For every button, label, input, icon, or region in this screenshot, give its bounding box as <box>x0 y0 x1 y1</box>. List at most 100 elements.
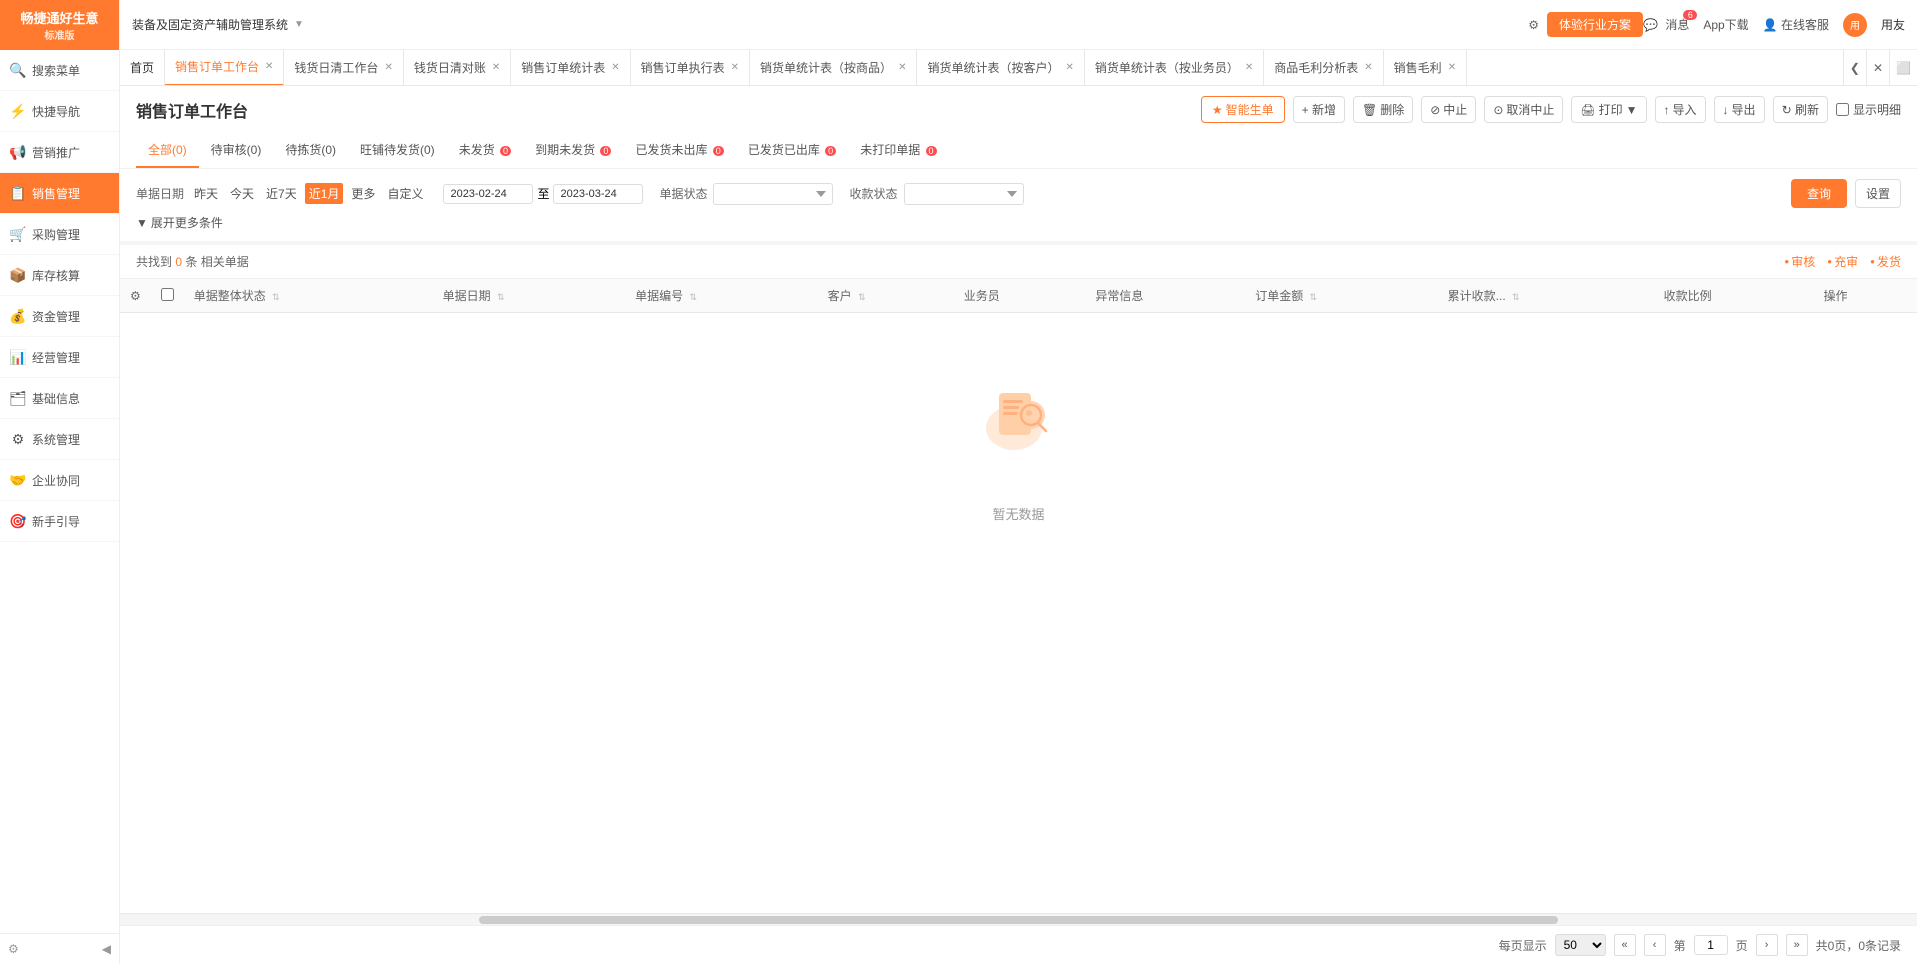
date-option-1month[interactable]: 近1月 <box>305 183 344 204</box>
next-page-btn[interactable]: › <box>1756 934 1778 956</box>
export-btn[interactable]: ↓ 导出 <box>1714 96 1765 123</box>
filter-tab-overdue[interactable]: 到期未发货 0 <box>523 133 623 168</box>
filter-tab-shipped-out[interactable]: 已发货已出库 0 <box>736 133 848 168</box>
sidebar-item-quick-nav[interactable]: ⚡ 快捷导航 <box>0 91 119 132</box>
ship-btn[interactable]: 发货 <box>1870 253 1901 270</box>
sidebar-item-system[interactable]: ⚙ 系统管理 <box>0 419 119 460</box>
tab-sales-stat-close-icon[interactable]: ✕ <box>611 62 619 73</box>
tab-sales-monthly-staff[interactable]: 销货单统计表（按业务员） ✕ <box>1085 50 1264 86</box>
sidebar-settings-icon[interactable]: ⚙ <box>8 942 19 956</box>
tab-sales-monthly-customer-close-icon[interactable]: ✕ <box>1065 62 1073 73</box>
sort-customer-icon[interactable]: ⇅ <box>858 292 866 302</box>
message-btn[interactable]: 💬 6 消息 <box>1643 16 1689 33</box>
page-input[interactable] <box>1694 935 1728 955</box>
filter-tab-all[interactable]: 全部(0) <box>136 133 199 168</box>
sort-collected-icon[interactable]: ⇅ <box>1512 292 1520 302</box>
col-settings[interactable]: ⚙ <box>120 279 151 313</box>
sort-status-icon[interactable]: ⇅ <box>272 292 280 302</box>
sidebar-item-label-sales: 销售管理 <box>32 185 80 202</box>
expand-btn[interactable]: ▼ 展开更多条件 <box>136 214 223 231</box>
filter-tab-not-printed[interactable]: 未打印单据 0 <box>848 133 948 168</box>
prev-page-btn[interactable]: ‹ <box>1644 934 1666 956</box>
status-select[interactable] <box>713 183 833 205</box>
date-option-today[interactable]: 今天 <box>226 183 258 204</box>
tab-cash-daily[interactable]: 钱货日清工作台 ✕ <box>284 50 403 86</box>
date-to-input[interactable] <box>553 184 643 204</box>
app-download-btn[interactable]: App下载 <box>1703 16 1748 33</box>
cancel-review-btn[interactable]: 充审 <box>1827 253 1858 270</box>
suspend-btn[interactable]: ⊘ 中止 <box>1421 96 1476 123</box>
payment-select[interactable] <box>904 183 1024 205</box>
show-detail-checkbox[interactable]: 显示明细 <box>1836 101 1901 118</box>
sidebar-item-marketing[interactable]: 📢 营销推广 <box>0 132 119 173</box>
date-option-custom[interactable]: 自定义 <box>383 183 427 204</box>
sort-date-icon[interactable]: ⇅ <box>497 292 505 302</box>
smart-create-btn[interactable]: ★ 智能生单 <box>1201 96 1285 123</box>
filter-tab-not-shipped[interactable]: 未发货 0 <box>447 133 523 168</box>
query-btn[interactable]: 查询 <box>1791 179 1847 208</box>
industry-btn[interactable]: 体验行业方案 <box>1547 12 1643 37</box>
tab-sales-monthly-product[interactable]: 销货单统计表（按商品） ✕ <box>750 50 917 86</box>
tab-nav-prev-icon[interactable]: ❮ <box>1843 50 1866 86</box>
tab-sales-more[interactable]: 销售毛利 ✕ <box>1384 50 1467 86</box>
tab-sales-monthly-product-close-icon[interactable]: ✕ <box>898 62 906 73</box>
tab-home[interactable]: 首页 <box>120 50 165 86</box>
horizontal-scrollbar[interactable] <box>120 913 1917 925</box>
first-page-btn[interactable]: « <box>1614 934 1636 956</box>
date-option-yesterday[interactable]: 昨天 <box>190 183 222 204</box>
add-btn[interactable]: + 新增 <box>1293 96 1345 123</box>
sidebar-item-search[interactable]: 🔍 搜索菜单 <box>0 50 119 91</box>
sidebar-item-purchase[interactable]: 🛒 采购管理 <box>0 214 119 255</box>
tabbar: 首页 销售订单工作台 ✕ 钱货日清工作台 ✕ 钱货日清对账 ✕ 销售订单统计表 … <box>120 50 1917 86</box>
tab-sales-workbench[interactable]: 销售订单工作台 ✕ <box>165 50 284 86</box>
sidebar-item-basic-info[interactable]: 🗂 基础信息 <box>0 378 119 419</box>
tab-close-all-icon[interactable]: ✕ <box>1866 50 1889 86</box>
tab-cash-daily-close-icon[interactable]: ✕ <box>384 62 392 73</box>
refresh-btn[interactable]: ↻ 刷新 <box>1773 96 1828 123</box>
cancel-suspend-btn[interactable]: ⊙ 取消中止 <box>1484 96 1563 123</box>
tab-sales-exec-close-icon[interactable]: ✕ <box>731 62 739 73</box>
tab-gross-profit-close-icon[interactable]: ✕ <box>1364 62 1372 73</box>
tab-sales-more-close-icon[interactable]: ✕ <box>1448 62 1456 73</box>
tab-sales-exec[interactable]: 销售订单执行表 ✕ <box>631 50 750 86</box>
online-service-btn[interactable]: 👤 在线客服 <box>1763 16 1829 33</box>
sort-amount-icon[interactable]: ⇅ <box>1310 292 1318 302</box>
date-option-7days[interactable]: 近7天 <box>262 183 301 204</box>
sidebar-item-sales[interactable]: 📋 销售管理 <box>0 173 119 214</box>
tab-gross-profit[interactable]: 商品毛利分析表 ✕ <box>1264 50 1383 86</box>
sidebar-item-enterprise[interactable]: 🤝 企业协同 <box>0 460 119 501</box>
tab-cash-reconcile-close-icon[interactable]: ✕ <box>492 62 500 73</box>
filter-tab-wangpu[interactable]: 旺铺待发货(0) <box>348 133 447 168</box>
review-btn[interactable]: 审核 <box>1784 253 1815 270</box>
filter-tab-pending-review[interactable]: 待审核(0) <box>199 133 274 168</box>
tab-maximize-icon[interactable]: ⬜ <box>1889 50 1917 86</box>
tab-sales-stat[interactable]: 销售订单统计表 ✕ <box>511 50 630 86</box>
date-quick-options: 昨天 今天 近7天 近1月 更多 自定义 <box>190 183 427 204</box>
show-detail-input[interactable] <box>1836 103 1849 116</box>
per-page-select[interactable]: 10 20 50 100 <box>1555 934 1606 956</box>
topbar-gear-icon[interactable]: ⚙ <box>1528 18 1539 32</box>
select-all-checkbox[interactable] <box>161 288 174 301</box>
sidebar-item-inventory[interactable]: 📦 库存核算 <box>0 255 119 296</box>
filter-tab-pending-inspect[interactable]: 待拣货(0) <box>273 133 348 168</box>
print-btn[interactable]: 🖨 打印 ▼ <box>1571 96 1646 123</box>
date-option-more[interactable]: 更多 <box>347 183 379 204</box>
import-btn[interactable]: ↑ 导入 <box>1655 96 1706 123</box>
sidebar-item-label-purchase: 采购管理 <box>32 226 80 243</box>
delete-btn[interactable]: 🗑 删除 <box>1353 96 1413 123</box>
filter-tab-shipped-not-out[interactable]: 已发货未出库 0 <box>623 133 735 168</box>
date-from-input[interactable] <box>443 184 533 204</box>
sidebar-item-operation[interactable]: 📊 经营管理 <box>0 337 119 378</box>
sidebar-item-guide[interactable]: 🎯 新手引导 <box>0 501 119 542</box>
tab-sales-monthly-staff-close-icon[interactable]: ✕ <box>1245 62 1253 73</box>
set-btn[interactable]: 设置 <box>1855 179 1901 208</box>
tab-sales-monthly-customer[interactable]: 销货单统计表（按客户） ✕ <box>917 50 1084 86</box>
last-page-btn[interactable]: » <box>1786 934 1808 956</box>
scrollbar-thumb[interactable] <box>479 916 1557 924</box>
sidebar-item-finance[interactable]: 💰 资金管理 <box>0 296 119 337</box>
sidebar-collapse-icon[interactable]: ◀ <box>102 942 111 956</box>
col-anomaly: 异常信息 <box>1085 279 1245 313</box>
tab-close-icon[interactable]: ✕ <box>265 61 273 72</box>
sort-no-icon[interactable]: ⇅ <box>690 292 698 302</box>
tab-cash-reconcile[interactable]: 钱货日清对账 ✕ <box>404 50 511 86</box>
